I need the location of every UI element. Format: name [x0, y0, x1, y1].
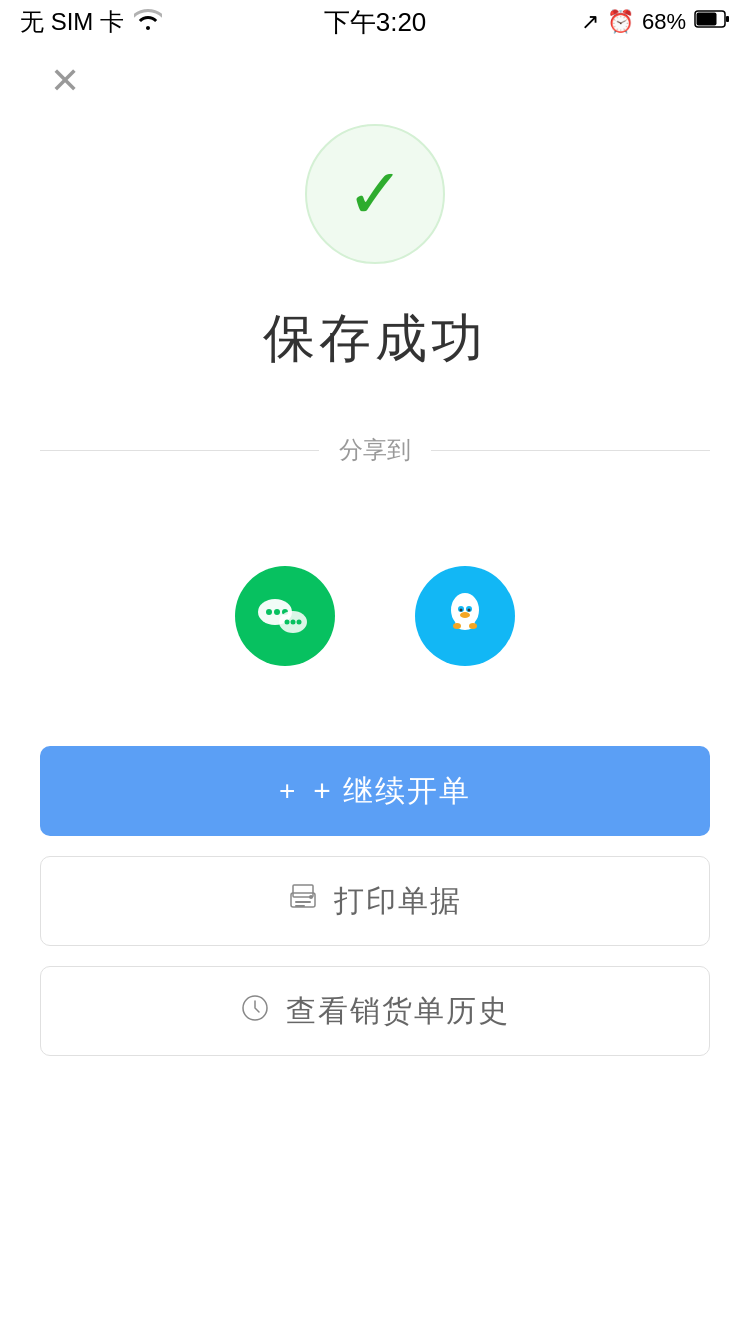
continue-order-button[interactable]: + + 继续开单 — [40, 746, 710, 836]
svg-point-9 — [291, 620, 296, 625]
svg-rect-22 — [293, 885, 313, 897]
svg-point-17 — [468, 609, 471, 612]
divider-left — [40, 450, 319, 451]
action-buttons: + + 继续开单 打印单据 查看销货单历史 — [0, 746, 750, 1056]
svg-rect-2 — [726, 16, 729, 22]
wechat-share-button[interactable] — [235, 566, 335, 666]
status-left: 无 SIM 卡 — [20, 6, 162, 38]
svg-point-10 — [297, 620, 302, 625]
main-content: ✓ 保存成功 分享到 — [0, 44, 750, 1056]
share-section: 分享到 — [0, 434, 750, 516]
divider-right — [431, 450, 710, 451]
status-right: ↗ ⏰ 68% — [581, 9, 730, 35]
wifi-icon — [134, 8, 162, 36]
svg-rect-24 — [295, 901, 311, 903]
no-sim-label: 无 SIM 卡 — [20, 6, 124, 38]
plus-icon: + — [279, 775, 297, 807]
svg-point-4 — [266, 609, 272, 615]
status-bar: 无 SIM 卡 下午3:20 ↗ ⏰ 68% — [0, 0, 750, 44]
svg-point-8 — [285, 620, 290, 625]
print-button[interactable]: 打印单据 — [40, 856, 710, 946]
svg-point-19 — [453, 623, 461, 629]
close-button[interactable]: ✕ — [40, 56, 90, 106]
svg-rect-1 — [697, 13, 717, 26]
svg-rect-25 — [295, 905, 305, 907]
location-icon: ↗ — [581, 9, 599, 35]
checkmark-icon: ✓ — [346, 159, 405, 229]
share-divider: 分享到 — [0, 434, 750, 466]
print-icon — [288, 884, 318, 919]
share-label: 分享到 — [319, 434, 431, 466]
battery-icon — [694, 9, 730, 35]
share-icons-container — [235, 566, 515, 666]
alarm-icon: ⏰ — [607, 9, 634, 35]
continue-order-label: + 继续开单 — [313, 771, 471, 812]
svg-point-21 — [460, 612, 470, 618]
svg-point-5 — [274, 609, 280, 615]
qq-icon — [437, 588, 493, 644]
success-title: 保存成功 — [263, 304, 487, 374]
history-icon — [240, 993, 270, 1030]
status-time: 下午3:20 — [324, 5, 427, 40]
close-icon: ✕ — [50, 63, 80, 99]
history-button[interactable]: 查看销货单历史 — [40, 966, 710, 1056]
battery-label: 68% — [642, 9, 686, 35]
svg-point-16 — [460, 609, 463, 612]
qq-share-button[interactable] — [415, 566, 515, 666]
svg-point-26 — [309, 895, 313, 899]
print-label: 打印单据 — [334, 881, 462, 922]
wechat-icon — [253, 584, 317, 648]
history-label: 查看销货单历史 — [286, 991, 510, 1032]
success-circle: ✓ — [305, 124, 445, 264]
svg-point-20 — [469, 623, 477, 629]
